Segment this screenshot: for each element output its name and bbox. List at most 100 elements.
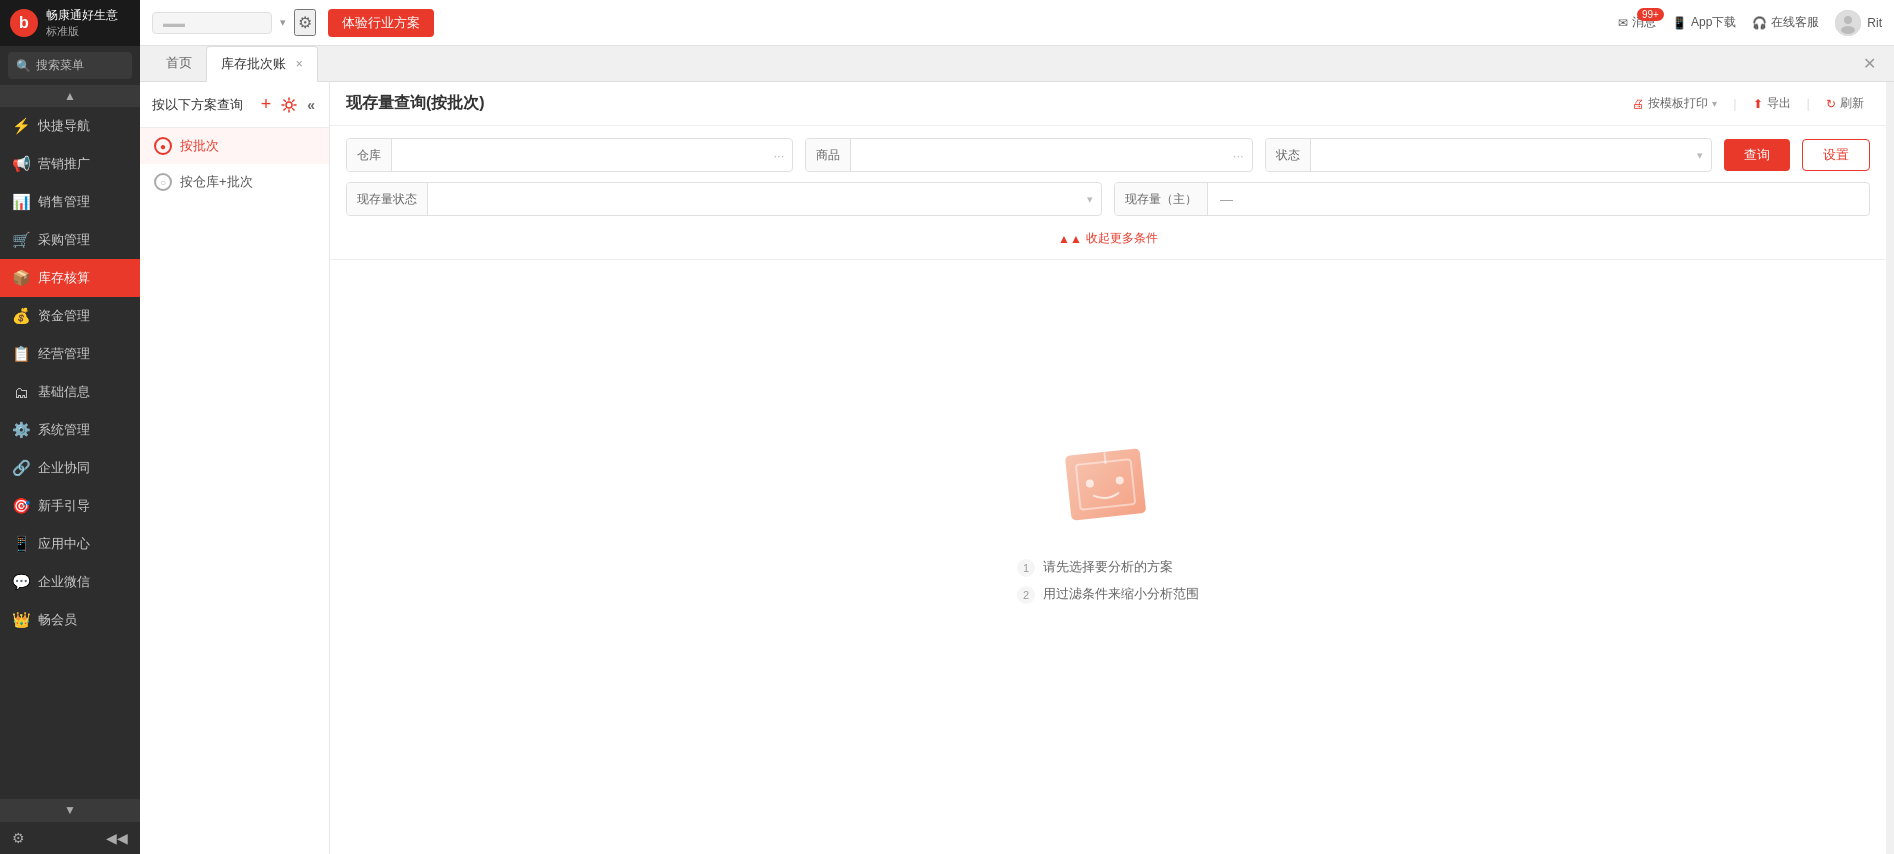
filter-area: 仓库 ··· 商品 ··· 状态 ▾ 查询 设置 xyxy=(330,126,1886,260)
status-filter[interactable]: 状态 ▾ xyxy=(1265,138,1712,172)
system-icon: ⚙️ xyxy=(12,421,30,439)
status-label: 状态 xyxy=(1266,139,1311,171)
warehouse-filter[interactable]: 仓库 ··· xyxy=(346,138,793,172)
topbar-settings-btn[interactable]: ⚙ xyxy=(294,9,316,36)
sidebar-item-marketing[interactable]: 📢 营销推广 xyxy=(0,145,140,183)
sidebar-item-purchase[interactable]: 🛒 采购管理 xyxy=(0,221,140,259)
content-area: 按以下方案查询 + « ● 按批次 ○ 按仓库+批次 xyxy=(140,82,1894,854)
topbar-chevron-icon[interactable]: ▾ xyxy=(280,16,286,29)
tab-home[interactable]: 首页 xyxy=(152,46,206,82)
tab-panel-close-btn[interactable]: ✕ xyxy=(1857,52,1882,75)
app-center-icon: 📱 xyxy=(12,535,30,553)
empty-step-2: 2 用过滤条件来缩小分析范围 xyxy=(1017,585,1199,604)
inventory-qty-label: 现存量（主） xyxy=(1115,183,1208,215)
basic-info-icon: 🗂 xyxy=(12,383,30,401)
topbar-right: ✉ 消息 99+ 📱 App下载 🎧 在线客服 Rit xyxy=(1618,10,1882,36)
page-actions: 🖨 按模板打印 ▾ | ⬆ 导出 | ↻ 刷新 xyxy=(1626,92,1870,115)
collapse-sidebar-btn[interactable]: ◀◀ xyxy=(106,830,128,846)
warehouse-input[interactable] xyxy=(392,139,765,171)
collapse-filters-btn[interactable]: ▲▲ 收起更多条件 xyxy=(346,226,1870,247)
experience-btn[interactable]: 体验行业方案 xyxy=(328,9,434,37)
scheme-by-warehouse-batch[interactable]: ○ 按仓库+批次 xyxy=(140,164,329,200)
scheme-by-batch[interactable]: ● 按批次 xyxy=(140,128,329,164)
main-area: ▬▬ ▾ ⚙ 体验行业方案 ✉ 消息 99+ 📱 App下载 🎧 在线客服 xyxy=(140,0,1894,854)
sidebar-header: b 畅康通好生意 标准版 xyxy=(0,0,140,46)
sidebar-item-system[interactable]: ⚙️ 系统管理 xyxy=(0,411,140,449)
sidebar-nav: ⚡ 快捷导航 📢 营销推广 📊 销售管理 🛒 采购管理 📦 库存核算 💰 资金管… xyxy=(0,107,140,799)
app-title: 畅康通好生意 标准版 xyxy=(46,8,118,38)
sidebar-footer: ⚙ ◀◀ xyxy=(0,821,140,854)
collapse-up-icon: ▲▲ xyxy=(1058,232,1082,246)
settings-footer-btn[interactable]: ⚙ xyxy=(12,830,25,846)
online-service-btn[interactable]: 🎧 在线客服 xyxy=(1752,14,1819,31)
right-content: 现存量查询(按批次) 🖨 按模板打印 ▾ | ⬆ 导出 | ↻ xyxy=(330,82,1886,854)
app-download-btn[interactable]: 📱 App下载 xyxy=(1672,14,1736,31)
sidebar: b 畅康通好生意 标准版 🔍 搜索菜单 ▲ ⚡ 快捷导航 📢 营销推广 📊 销售… xyxy=(0,0,140,854)
status-arrow-icon: ▾ xyxy=(1689,149,1711,162)
filter-row-2: 现存量状态 ▾ 现存量（主） — xyxy=(346,182,1870,216)
scheme-settings-btn[interactable] xyxy=(279,95,299,115)
print-dropdown-icon[interactable]: ▾ xyxy=(1712,98,1717,109)
svg-point-1 xyxy=(1844,16,1852,24)
refresh-btn[interactable]: ↻ 刷新 xyxy=(1820,92,1870,115)
inventory-status-arrow-icon: ▾ xyxy=(1079,193,1101,206)
sales-icon: 📊 xyxy=(12,193,30,211)
sidebar-item-app-center[interactable]: 📱 应用中心 xyxy=(0,525,140,563)
operations-icon: 📋 xyxy=(12,345,30,363)
sidebar-item-member[interactable]: 👑 畅会员 xyxy=(0,601,140,639)
wechat-icon: 💬 xyxy=(12,573,30,591)
user-name: Rit xyxy=(1867,16,1882,30)
product-more-icon[interactable]: ··· xyxy=(1225,148,1252,163)
sidebar-item-enterprise[interactable]: 🔗 企业协同 xyxy=(0,449,140,487)
print-btn[interactable]: 🖨 按模板打印 ▾ xyxy=(1626,92,1723,115)
settings-btn[interactable]: 设置 xyxy=(1802,139,1870,171)
tab-inventory-batch[interactable]: 库存批次账 × xyxy=(206,46,318,82)
user-area[interactable]: Rit xyxy=(1835,10,1882,36)
sidebar-item-finance[interactable]: 💰 资金管理 xyxy=(0,297,140,335)
topbar-search[interactable]: ▬▬ xyxy=(152,12,272,34)
tabs-bar: 首页 库存批次账 × ✕ xyxy=(140,46,1894,82)
inventory-qty-filter[interactable]: 现存量（主） — xyxy=(1114,182,1870,216)
scroll-down-btn[interactable]: ▼ xyxy=(0,799,140,821)
topbar: ▬▬ ▾ ⚙ 体验行业方案 ✉ 消息 99+ 📱 App下载 🎧 在线客服 xyxy=(140,0,1894,46)
sidebar-item-inventory[interactable]: 📦 库存核算 xyxy=(0,259,140,297)
inventory-status-label: 现存量状态 xyxy=(347,183,428,215)
inventory-status-filter[interactable]: 现存量状态 ▾ xyxy=(346,182,1102,216)
sidebar-item-wechat[interactable]: 💬 企业微信 xyxy=(0,563,140,601)
app-download-icon: 📱 xyxy=(1672,16,1687,30)
right-scrollbar[interactable] xyxy=(1886,82,1894,854)
marketing-icon: 📢 xyxy=(12,155,30,173)
search-icon: 🔍 xyxy=(16,59,31,73)
step-2-num: 2 xyxy=(1017,586,1035,604)
print-icon: 🖨 xyxy=(1632,97,1644,111)
divider1: | xyxy=(1733,96,1736,111)
step-1-num: 1 xyxy=(1017,559,1035,577)
product-input[interactable] xyxy=(851,139,1224,171)
purchase-icon: 🛒 xyxy=(12,231,30,249)
service-icon: 🎧 xyxy=(1752,16,1767,30)
add-scheme-btn[interactable]: + xyxy=(259,92,274,117)
scroll-up-btn[interactable]: ▲ xyxy=(0,85,140,107)
product-filter[interactable]: 商品 ··· xyxy=(805,138,1252,172)
sidebar-item-basic-info[interactable]: 🗂 基础信息 xyxy=(0,373,140,411)
empty-step-1: 1 请先选择要分析的方案 xyxy=(1017,558,1199,577)
sidebar-search[interactable]: 🔍 搜索菜单 xyxy=(8,52,132,79)
messages-badge: 99+ xyxy=(1637,8,1664,21)
sidebar-item-newbie[interactable]: 🎯 新手引导 xyxy=(0,487,140,525)
warehouse-label: 仓库 xyxy=(347,139,392,171)
query-btn[interactable]: 查询 xyxy=(1724,139,1790,171)
topbar-search-icon: ▬▬ xyxy=(163,17,185,29)
sidebar-item-quick-nav[interactable]: ⚡ 快捷导航 xyxy=(0,107,140,145)
page-title-bar: 现存量查询(按批次) 🖨 按模板打印 ▾ | ⬆ 导出 | ↻ xyxy=(330,82,1886,126)
collapse-panel-btn[interactable]: « xyxy=(305,95,317,115)
messages-btn[interactable]: ✉ 消息 99+ xyxy=(1618,14,1656,31)
svg-point-2 xyxy=(1841,26,1855,34)
warehouse-more-icon[interactable]: ··· xyxy=(765,148,792,163)
tab-close-btn[interactable]: × xyxy=(296,57,303,71)
export-icon: ⬆ xyxy=(1753,97,1763,111)
empty-steps: 1 请先选择要分析的方案 2 用过滤条件来缩小分析范围 xyxy=(1017,558,1199,612)
sidebar-item-operations[interactable]: 📋 经营管理 xyxy=(0,335,140,373)
sidebar-item-sales[interactable]: 📊 销售管理 xyxy=(0,183,140,221)
product-label: 商品 xyxy=(806,139,851,171)
export-btn[interactable]: ⬆ 导出 xyxy=(1747,92,1797,115)
